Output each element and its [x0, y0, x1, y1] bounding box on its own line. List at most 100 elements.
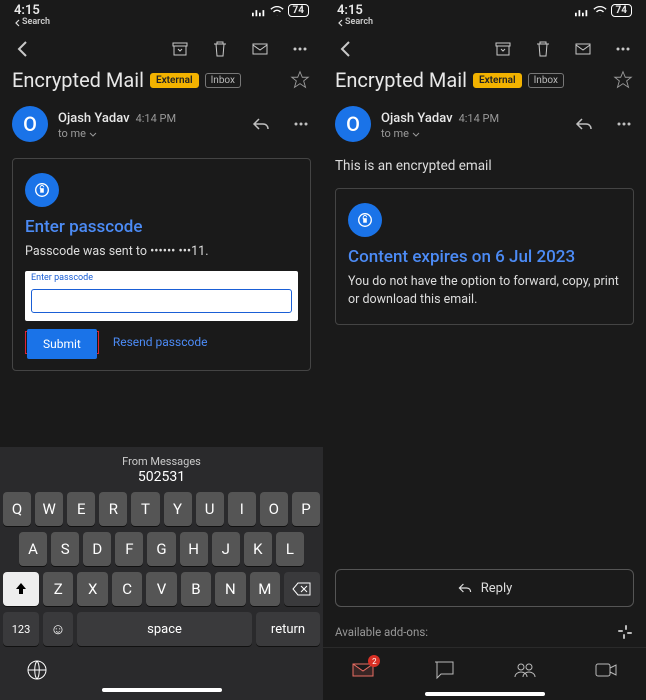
reply-button[interactable]: Reply: [335, 569, 634, 607]
reply-icon[interactable]: [251, 114, 271, 134]
sender-name: Ojash Yadav: [58, 111, 130, 126]
keyboard-row-2: ASDFGHJKL: [3, 532, 320, 566]
emoji-key[interactable]: ☺: [43, 612, 73, 646]
sender-time: 4:14 PM: [459, 112, 499, 125]
subject: Encrypted Mail: [335, 68, 467, 92]
mail-toolbar: [0, 28, 323, 64]
trash-icon[interactable]: [209, 38, 231, 60]
expiry-text: You do not have the option to forward, c…: [348, 273, 621, 308]
recipient[interactable]: to me: [58, 127, 231, 141]
key-j[interactable]: J: [212, 532, 240, 566]
key-p[interactable]: P: [292, 492, 320, 526]
key-r[interactable]: R: [99, 492, 127, 526]
mail-icon[interactable]: [249, 38, 271, 60]
passcode-input[interactable]: Enter passcode: [25, 271, 298, 321]
key-v[interactable]: V: [146, 572, 176, 606]
home-indicator[interactable]: [102, 688, 222, 692]
signal-icon: [575, 5, 589, 17]
clock: 4:15: [14, 4, 50, 18]
key-b[interactable]: B: [181, 572, 211, 606]
submit-button[interactable]: Submit: [27, 329, 97, 359]
avatar[interactable]: O: [335, 106, 371, 142]
external-badge: External: [150, 73, 199, 88]
battery-indicator: 74: [288, 4, 309, 17]
globe-icon[interactable]: [25, 658, 49, 682]
archive-icon[interactable]: [169, 38, 191, 60]
return-key[interactable]: return: [256, 612, 320, 646]
signal-icon: [252, 5, 266, 17]
key-x[interactable]: X: [77, 572, 107, 606]
keyboard-row-3: ZXCVBNM: [3, 572, 320, 606]
back-icon[interactable]: [12, 38, 34, 60]
reply-icon[interactable]: [574, 114, 594, 134]
bottom-nav: 2: [323, 647, 646, 686]
slack-icon[interactable]: [616, 623, 634, 641]
passcode-card: Enter passcode Passcode was sent to ••••…: [12, 158, 311, 371]
wifi-icon: [270, 5, 284, 17]
key-o[interactable]: O: [260, 492, 288, 526]
left-pane: 4:15 Search 74 Encrypted Mail External I…: [0, 0, 323, 700]
numbers-key[interactable]: 123: [3, 612, 39, 646]
nav-spaces[interactable]: [511, 658, 539, 682]
subject-row: Encrypted Mail External Inbox: [323, 64, 646, 100]
status-bar: 4:15 Search 74: [323, 0, 646, 28]
key-s[interactable]: S: [51, 532, 79, 566]
sender-row: O Ojash Yadav 4:14 PM to me: [0, 100, 323, 148]
star-icon[interactable]: [289, 69, 311, 91]
addons-row: Available add-ons:: [323, 617, 646, 647]
key-g[interactable]: G: [147, 532, 175, 566]
key-z[interactable]: Z: [43, 572, 73, 606]
status-bar: 4:15 Search 74: [0, 0, 323, 28]
nav-mail[interactable]: 2: [349, 658, 377, 682]
key-i[interactable]: I: [228, 492, 256, 526]
key-n[interactable]: N: [215, 572, 245, 606]
trash-icon[interactable]: [532, 38, 554, 60]
backspace-key[interactable]: [284, 572, 320, 606]
key-c[interactable]: C: [112, 572, 142, 606]
resend-link[interactable]: Resend passcode: [113, 335, 208, 349]
nav-chat[interactable]: [430, 658, 458, 682]
mail-badge: 2: [368, 655, 380, 667]
nav-meet[interactable]: [592, 658, 620, 682]
key-t[interactable]: T: [131, 492, 159, 526]
passcode-title: Enter passcode: [25, 217, 298, 237]
key-u[interactable]: U: [196, 492, 224, 526]
lock-icon: [25, 173, 59, 207]
recipient[interactable]: to me: [381, 127, 554, 141]
key-h[interactable]: H: [180, 532, 208, 566]
keyboard-suggestion[interactable]: From Messages 502531: [3, 453, 320, 492]
back-to-search[interactable]: Search: [14, 18, 50, 28]
key-e[interactable]: E: [67, 492, 95, 526]
key-k[interactable]: K: [244, 532, 272, 566]
archive-icon[interactable]: [492, 38, 514, 60]
subject: Encrypted Mail: [12, 68, 144, 92]
sender-name: Ojash Yadav: [381, 111, 453, 126]
message-more-icon[interactable]: [291, 114, 311, 134]
key-m[interactable]: M: [250, 572, 280, 606]
key-w[interactable]: W: [35, 492, 63, 526]
more-icon[interactable]: [612, 38, 634, 60]
subject-row: Encrypted Mail External Inbox: [0, 64, 323, 100]
message-more-icon[interactable]: [614, 114, 634, 134]
keyboard: From Messages 502531 QWERTYUIOP ASDFGHJK…: [0, 447, 323, 700]
home-indicator[interactable]: [425, 692, 545, 696]
mail-toolbar: [323, 28, 646, 64]
star-icon[interactable]: [612, 69, 634, 91]
back-to-search[interactable]: Search: [337, 18, 373, 28]
back-icon[interactable]: [335, 38, 357, 60]
mail-icon[interactable]: [572, 38, 594, 60]
inbox-badge: Inbox: [205, 73, 241, 88]
sender-time: 4:14 PM: [136, 112, 176, 125]
key-f[interactable]: F: [115, 532, 143, 566]
key-y[interactable]: Y: [164, 492, 192, 526]
email-body: This is an encrypted email: [335, 158, 634, 174]
key-l[interactable]: L: [276, 532, 304, 566]
key-d[interactable]: D: [83, 532, 111, 566]
inbox-badge: Inbox: [528, 73, 564, 88]
key-q[interactable]: Q: [3, 492, 31, 526]
avatar[interactable]: O: [12, 106, 48, 142]
key-a[interactable]: A: [19, 532, 47, 566]
space-key[interactable]: space: [77, 612, 252, 646]
more-icon[interactable]: [289, 38, 311, 60]
shift-key[interactable]: [3, 572, 39, 606]
